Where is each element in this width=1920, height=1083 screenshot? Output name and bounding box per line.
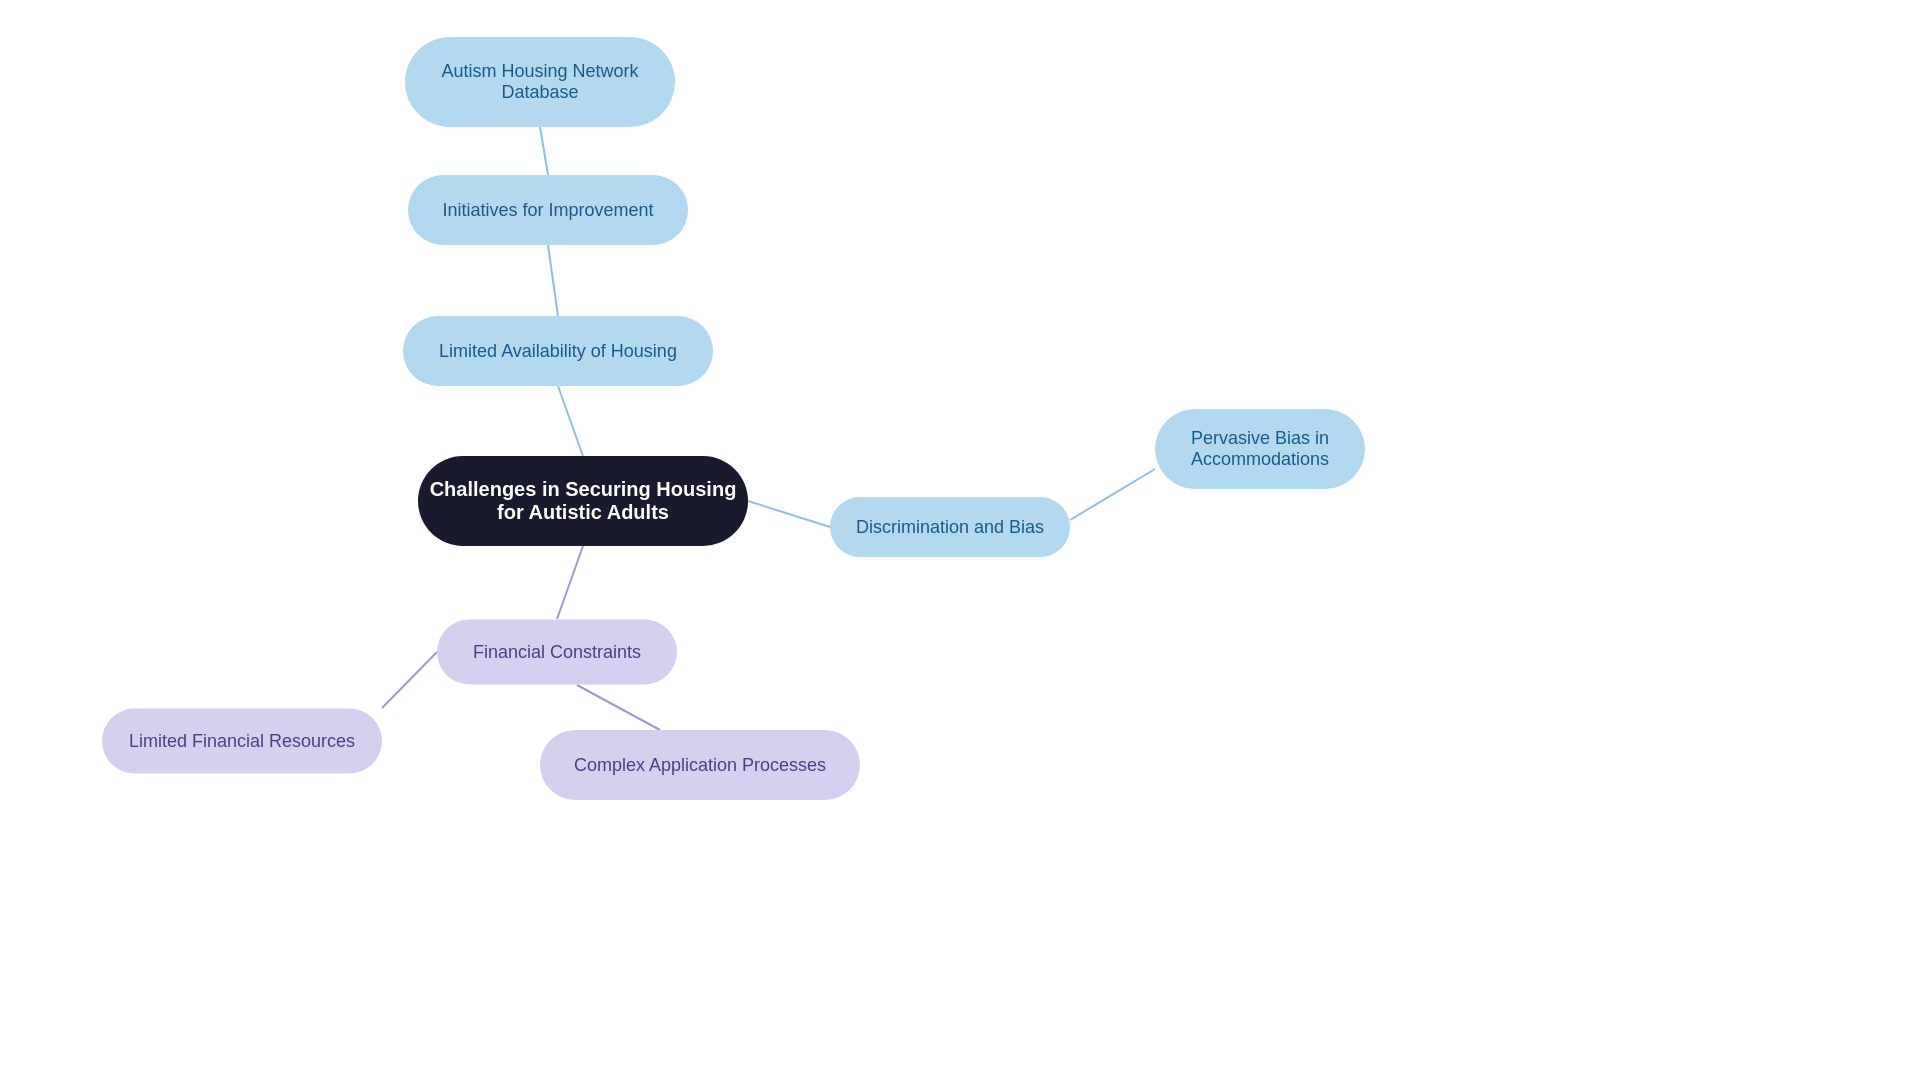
pervasive-bias-node[interactable]: Pervasive Bias in Accommodations [1155, 409, 1365, 489]
initiatives-label: Initiatives for Improvement [442, 200, 653, 221]
svg-line-4 [1070, 469, 1155, 520]
svg-line-1 [548, 245, 558, 316]
svg-line-3 [748, 501, 830, 527]
limited-financial-node[interactable]: Limited Financial Resources [102, 709, 382, 774]
svg-line-5 [557, 546, 583, 619]
challenges-label: Challenges in Securing Housing for Autis… [418, 478, 748, 524]
mind-map: Autism Housing Network Database Initiati… [0, 0, 1920, 1083]
complex-application-label: Complex Application Processes [574, 755, 826, 776]
discrimination-label: Discrimination and Bias [856, 517, 1044, 538]
limited-availability-node[interactable]: Limited Availability of Housing [403, 316, 713, 386]
pervasive-bias-label: Pervasive Bias in Accommodations [1155, 428, 1365, 470]
limited-financial-label: Limited Financial Resources [129, 731, 355, 752]
challenges-node[interactable]: Challenges in Securing Housing for Autis… [418, 456, 748, 546]
svg-line-2 [558, 386, 583, 456]
svg-line-0 [540, 127, 548, 175]
discrimination-node[interactable]: Discrimination and Bias [830, 497, 1070, 557]
financial-constraints-label: Financial Constraints [473, 642, 641, 663]
autism-housing-node[interactable]: Autism Housing Network Database [405, 37, 675, 127]
autism-housing-label: Autism Housing Network Database [405, 61, 675, 103]
financial-constraints-node[interactable]: Financial Constraints [437, 620, 677, 685]
limited-availability-label: Limited Availability of Housing [439, 341, 677, 362]
svg-line-7 [577, 685, 660, 730]
complex-application-node[interactable]: Complex Application Processes [540, 730, 860, 800]
initiatives-node[interactable]: Initiatives for Improvement [408, 175, 688, 245]
svg-line-6 [382, 652, 437, 708]
